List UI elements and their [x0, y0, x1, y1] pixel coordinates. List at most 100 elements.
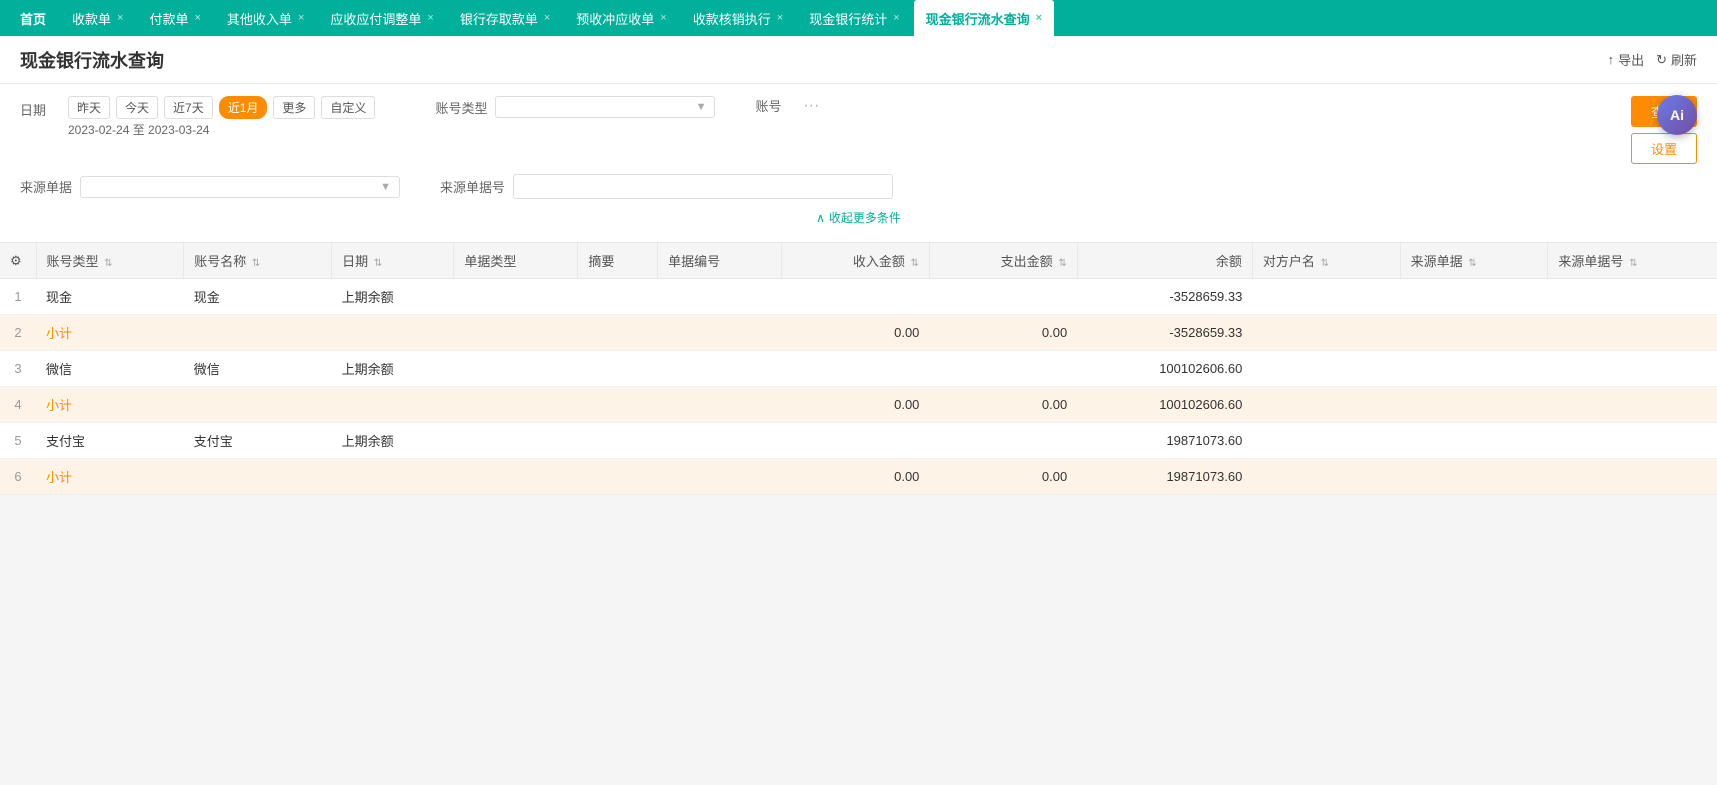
header-actions: ↑ 导出 ↻ 刷新 [1608, 50, 1697, 69]
account-label: 账号 [755, 96, 795, 115]
date-label: 日期 [20, 100, 60, 119]
data-table-container: ⚙ 账号类型 ⇅ 账号名称 ⇅ 日期 ⇅ 单据类型 摘要 [0, 243, 1717, 495]
nav-tab-6[interactable]: 收款核销执行 × [681, 0, 795, 36]
cell-date [332, 387, 454, 423]
date-yesterday[interactable]: 昨天 [68, 96, 110, 119]
nav-tab-1[interactable]: 付款单 × [137, 0, 212, 36]
close-icon[interactable]: × [298, 12, 304, 24]
table-header-row: ⚙ 账号类型 ⇅ 账号名称 ⇅ 日期 ⇅ 单据类型 摘要 [0, 243, 1717, 279]
close-icon[interactable]: × [660, 12, 666, 24]
date-7days[interactable]: 近7天 [164, 96, 213, 119]
col-gear[interactable]: ⚙ [0, 243, 36, 279]
cell-account-name [184, 387, 332, 423]
date-custom[interactable]: 自定义 [321, 96, 375, 119]
col-counterparty[interactable]: 对方户名 ⇅ [1252, 243, 1400, 279]
source-doc-select[interactable]: ▼ [80, 176, 400, 198]
date-today[interactable]: 今天 [116, 96, 158, 119]
col-doc-no[interactable]: 单据编号 [658, 243, 782, 279]
data-table: ⚙ 账号类型 ⇅ 账号名称 ⇅ 日期 ⇅ 单据类型 摘要 [0, 243, 1717, 495]
account-type-label: 账号类型 [435, 98, 487, 117]
cell-doc-type [454, 423, 578, 459]
cell-balance: -3528659.33 [1077, 279, 1252, 315]
date-filter-group: 昨天 今天 近7天 近1月 更多 自定义 2023-02-24 至 2023-0… [68, 96, 375, 138]
account-type-select[interactable]: ▼ [495, 96, 715, 118]
source-doc-label: 来源单据 [20, 177, 72, 196]
col-date[interactable]: 日期 ⇅ [332, 243, 454, 279]
cell-account-name: 支付宝 [184, 423, 332, 459]
source-doc-no-input[interactable] [513, 174, 893, 199]
cell-balance: 100102606.60 [1077, 351, 1252, 387]
ai-badge[interactable]: Ai [1657, 95, 1697, 135]
date-1month[interactable]: 近1月 [219, 96, 268, 119]
nav-home[interactable]: 首页 [8, 0, 58, 36]
sort-icon: ⇅ [1058, 258, 1066, 269]
chevron-down-icon-2: ▼ [380, 181, 391, 193]
sort-icon: ⇅ [252, 258, 260, 269]
sort-icon: ⇅ [1629, 258, 1637, 269]
cell-doc-type [454, 387, 578, 423]
table-row: 2 小计 0.00 0.00 -3528659.33 [0, 315, 1717, 351]
close-icon[interactable]: × [117, 12, 123, 24]
cell-account-type: 支付宝 [36, 423, 184, 459]
nav-tab-8[interactable]: 现金银行流水查询 × [914, 0, 1054, 36]
cell-balance: 100102606.60 [1077, 387, 1252, 423]
cell-source-doc-no [1548, 459, 1717, 495]
top-nav: 首页 收款单 × 付款单 × 其他收入单 × 应收应付调整单 × 银行存取款单 … [0, 0, 1717, 36]
cell-doc-type [454, 315, 578, 351]
refresh-button[interactable]: ↻ 刷新 [1656, 50, 1697, 69]
sort-icon: ⇅ [1468, 258, 1476, 269]
settings-gear-icon[interactable]: ⚙ [10, 253, 22, 268]
cell-account-type: 小计 [36, 315, 184, 351]
cell-date: 上期余额 [332, 279, 454, 315]
close-icon[interactable]: × [544, 12, 550, 24]
col-account-name[interactable]: 账号名称 ⇅ [184, 243, 332, 279]
nav-tab-5[interactable]: 预收冲应收单 × [564, 0, 678, 36]
cell-expense [929, 279, 1077, 315]
nav-tab-7[interactable]: 现金银行统计 × [797, 0, 911, 36]
cell-summary [578, 315, 658, 351]
nav-tab-3[interactable]: 应收应付调整单 × [318, 0, 445, 36]
col-doc-type[interactable]: 单据类型 [454, 243, 578, 279]
nav-tab-2[interactable]: 其他收入单 × [215, 0, 316, 36]
cell-balance: 19871073.60 [1077, 423, 1252, 459]
col-expense[interactable]: 支出金额 ⇅ [929, 243, 1077, 279]
col-balance[interactable]: 余额 [1077, 243, 1252, 279]
cell-source-doc [1400, 315, 1548, 351]
nav-tab-0[interactable]: 收款单 × [60, 0, 135, 36]
cell-source-doc-no [1548, 279, 1717, 315]
col-account-type[interactable]: 账号类型 ⇅ [36, 243, 184, 279]
cell-account-type: 现金 [36, 279, 184, 315]
sort-icon: ⇅ [911, 258, 919, 269]
table-body: 1 现金 现金 上期余额 -3528659.33 2 小计 0.00 0.00 … [0, 279, 1717, 495]
close-icon[interactable]: × [427, 12, 433, 24]
date-options: 昨天 今天 近7天 近1月 更多 自定义 [68, 96, 375, 119]
col-source-doc[interactable]: 来源单据 ⇅ [1400, 243, 1548, 279]
close-icon[interactable]: × [194, 12, 200, 24]
sort-icon: ⇅ [374, 258, 382, 269]
cell-source-doc [1400, 279, 1548, 315]
nav-tab-4[interactable]: 银行存取款单 × [448, 0, 562, 36]
col-source-doc-no[interactable]: 来源单据号 ⇅ [1548, 243, 1717, 279]
cell-income [782, 351, 930, 387]
close-icon[interactable]: × [777, 12, 783, 24]
cell-source-doc-no [1548, 423, 1717, 459]
cell-expense: 0.00 [929, 459, 1077, 495]
close-icon[interactable]: × [1036, 12, 1042, 24]
cell-doc-no [658, 279, 782, 315]
collapse-bar[interactable]: ∧ 收起更多条件 [20, 205, 1697, 230]
page-header: 现金银行流水查询 ↑ 导出 ↻ 刷新 [0, 36, 1717, 84]
cell-source-doc [1400, 423, 1548, 459]
date-more[interactable]: 更多 [273, 96, 315, 119]
cell-balance: -3528659.33 [1077, 315, 1252, 351]
cell-source-doc [1400, 351, 1548, 387]
cell-doc-no [658, 423, 782, 459]
cell-account-type: 小计 [36, 387, 184, 423]
close-icon[interactable]: × [893, 12, 899, 24]
cell-account-name [184, 459, 332, 495]
col-summary[interactable]: 摘要 [578, 243, 658, 279]
account-more-icon[interactable]: ··· [803, 97, 819, 115]
export-button[interactable]: ↑ 导出 [1608, 50, 1645, 69]
cell-expense [929, 423, 1077, 459]
col-income[interactable]: 收入金额 ⇅ [782, 243, 930, 279]
settings-button[interactable]: 设置 [1631, 133, 1697, 164]
